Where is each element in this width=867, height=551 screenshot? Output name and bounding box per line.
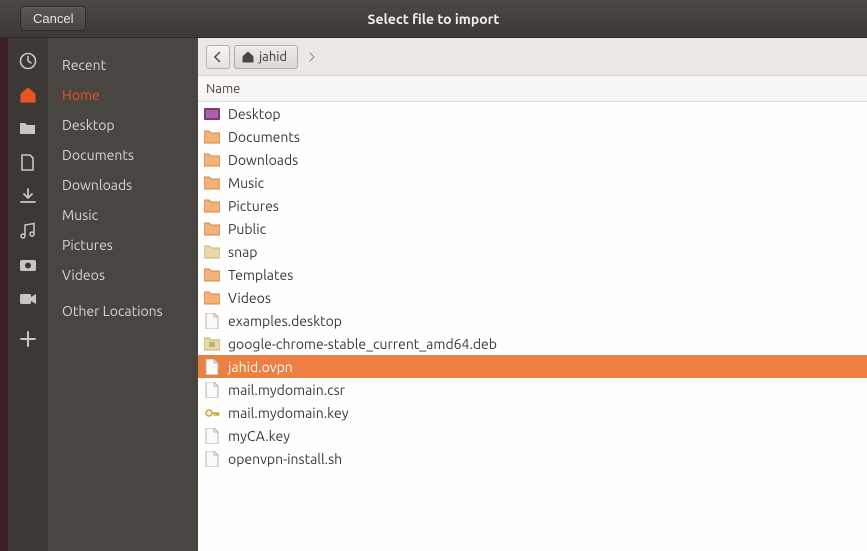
path-back-button[interactable] [206,45,230,69]
sidebar-item-desktop[interactable]: Desktop [48,110,198,140]
file-name: mail.mydomain.key [228,405,348,421]
video-icon [19,290,37,308]
file-name: jahid.ovpn [228,359,293,375]
titlebar: Cancel Select file to import [0,0,867,38]
file-icon [204,382,220,398]
path-segment-label: jahid [259,50,287,64]
file-icon [204,451,220,467]
file-name: snap [228,244,257,260]
download-icon [19,188,37,206]
file-row[interactable]: openvpn-install.sh [198,447,867,470]
file-icon [204,428,220,444]
file-chooser-main: jahid Name Desktop Documents Downloads Musi… [198,38,867,551]
plus-icon [19,330,37,348]
sidebar-item-documents[interactable]: Documents [48,140,198,170]
folder-icon [19,120,37,138]
file-row[interactable]: google-chrome-stable_current_amd64.deb [198,332,867,355]
sidebar-item-pictures[interactable]: Pictures [48,230,198,260]
sidebar-places: Recent Home Desktop Documents Downloads … [48,38,198,551]
folder-icon [204,290,220,306]
file-name: Downloads [228,152,298,168]
cancel-button[interactable]: Cancel [20,6,86,31]
file-name: Documents [228,129,300,145]
file-row[interactable]: mail.mydomain.key [198,401,867,424]
file-row[interactable]: Documents [198,125,867,148]
sidebar-item-other-locations[interactable]: Other Locations [48,296,198,326]
file-name: openvpn-install.sh [228,451,342,467]
sidebar-item-home[interactable]: Home [48,80,198,110]
sidebar-item-downloads[interactable]: Downloads [48,170,198,200]
folder-icon [204,198,220,214]
home-icon [19,86,37,104]
music-icon [19,222,37,240]
sidebar-item-music[interactable]: Music [48,200,198,230]
file-row[interactable]: Templates [198,263,867,286]
file-icon [204,405,220,421]
file-name: myCA.key [228,428,290,444]
file-name: google-chrome-stable_current_amd64.deb [228,336,497,352]
home-icon [241,50,255,64]
folder-icon [204,106,220,122]
folder-icon [204,152,220,168]
file-name: Music [228,175,264,191]
folder-icon [204,129,220,145]
file-row[interactable]: Pictures [198,194,867,217]
file-row[interactable]: Downloads [198,148,867,171]
file-row[interactable]: Music [198,171,867,194]
camera-icon [19,256,37,274]
file-row[interactable]: Desktop [198,102,867,125]
sidebar-item-videos[interactable]: Videos [48,260,198,290]
file-icon [204,336,220,352]
file-row[interactable]: Videos [198,286,867,309]
window-title: Select file to import [368,11,500,27]
file-name: Public [228,221,266,237]
sidebar-item-recent[interactable]: Recent [48,50,198,80]
clock-icon [19,52,37,70]
file-name: Pictures [228,198,279,214]
file-name: Desktop [228,106,281,122]
sidebar-icons-column [8,38,48,551]
unity-launcher-strip [0,0,8,551]
path-segment-home[interactable]: jahid [234,45,298,69]
path-forward-button[interactable] [302,45,322,69]
document-icon [19,154,37,172]
file-row[interactable]: mail.mydomain.csr [198,378,867,401]
file-icon [204,313,220,329]
path-bar: jahid [198,38,867,76]
file-row[interactable]: jahid.ovpn [198,355,867,378]
file-icon [204,359,220,375]
file-row[interactable]: snap [198,240,867,263]
file-row[interactable]: Public [198,217,867,240]
folder-icon [204,267,220,283]
folder-icon [204,221,220,237]
file-row[interactable]: examples.desktop [198,309,867,332]
file-name: mail.mydomain.csr [228,382,345,398]
file-list[interactable]: Desktop Documents Downloads Music Pictures Pu… [198,102,867,551]
folder-icon [204,244,220,260]
file-row[interactable]: myCA.key [198,424,867,447]
file-name: Videos [228,290,271,306]
file-name: examples.desktop [228,313,342,329]
column-header-name[interactable]: Name [198,76,867,102]
file-name: Templates [228,267,293,283]
folder-icon [204,175,220,191]
